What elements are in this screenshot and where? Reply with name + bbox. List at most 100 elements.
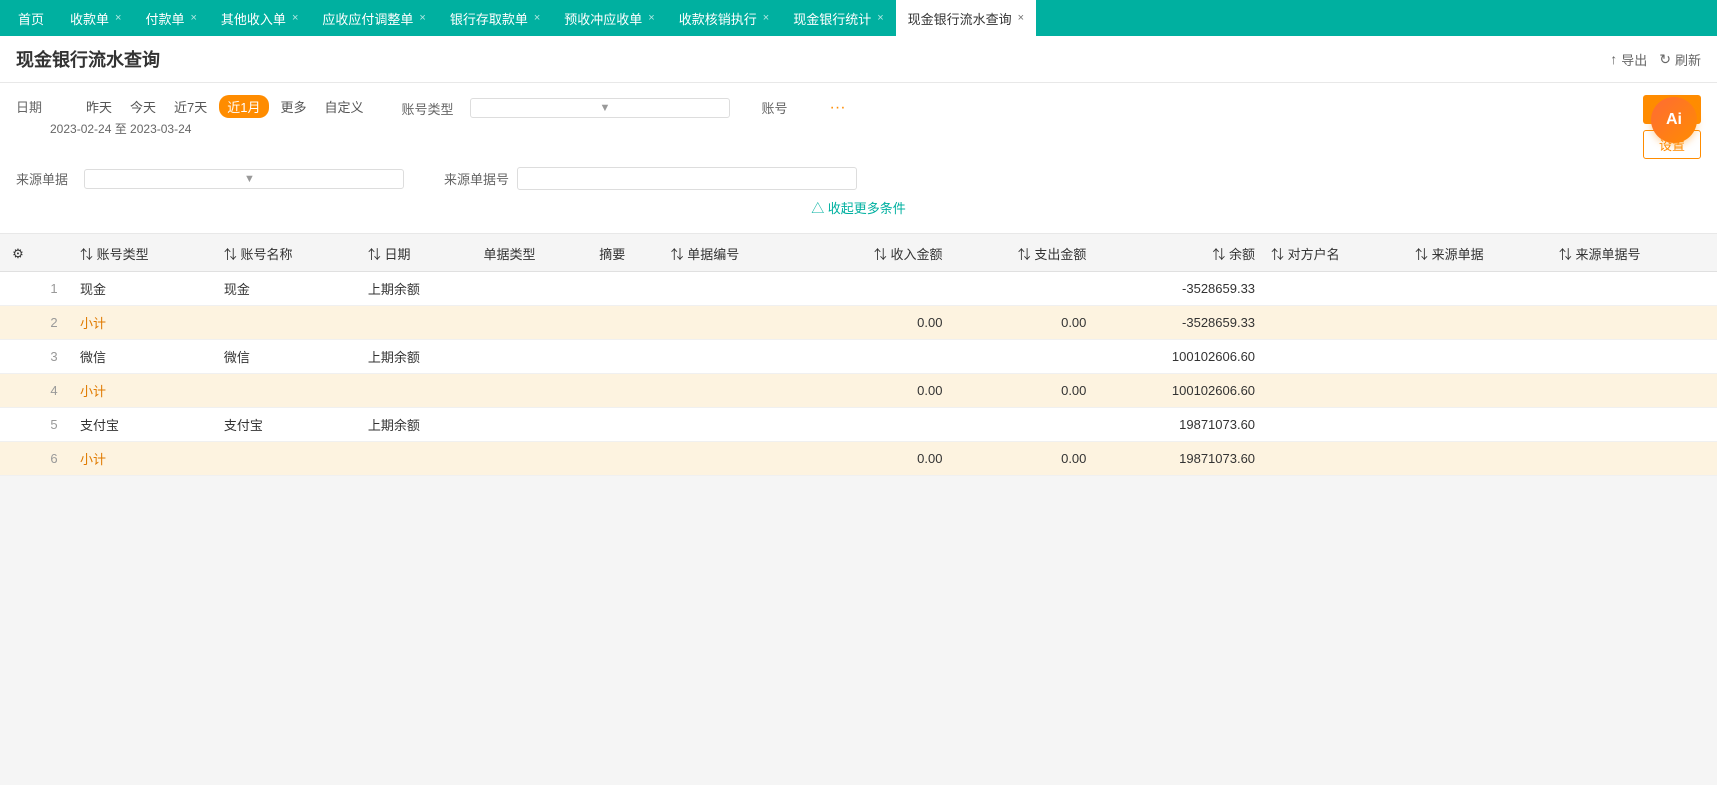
row-source-doc — [1407, 272, 1551, 306]
row-source-doc-no — [1551, 408, 1717, 442]
row-counterparty — [1263, 374, 1407, 408]
row-counterparty — [1263, 442, 1407, 476]
table-body: 1 现金 现金 上期余额 -3528659.33 2 小计 0.00 0.00 … — [0, 272, 1717, 476]
row-gear — [0, 374, 36, 408]
page-header: 现金银行流水查询 ↑ 导出 ↻ 刷新 — [0, 36, 1717, 83]
close-icon-6[interactable]: × — [763, 12, 769, 24]
date-opt-7days[interactable]: 近7天 — [168, 95, 213, 118]
collapse-bar[interactable]: △ 收起更多条件 — [16, 194, 1701, 221]
row-doc-no — [663, 306, 807, 340]
date-filter: 日期 昨天 今天 近7天 近1月 更多 自定义 2023-02-24 至 202… — [16, 95, 370, 137]
date-opt-more[interactable]: 更多 — [275, 95, 313, 118]
source-doc-no-col-header[interactable]: ⇅ 来源单据号 — [1551, 236, 1717, 272]
row-gear — [0, 306, 36, 340]
nav-tab-0[interactable]: 收款单 × — [58, 0, 133, 36]
top-navigation: 首页 收款单 × 付款单 × 其他收入单 × 应收应付调整单 × 银行存取款单 … — [0, 0, 1717, 36]
close-icon-2[interactable]: × — [292, 12, 298, 24]
row-income: 0.00 — [807, 374, 951, 408]
table-row: 6 小计 0.00 0.00 19871073.60 — [0, 442, 1717, 476]
close-icon-8[interactable]: × — [1018, 12, 1024, 24]
row-account-name — [216, 442, 360, 476]
row-summary — [591, 306, 662, 340]
doc-no-col-header[interactable]: ⇅ 单据编号 — [663, 236, 807, 272]
page-title: 现金银行流水查询 — [16, 46, 160, 72]
nav-home[interactable]: 首页 — [4, 0, 58, 36]
refresh-button[interactable]: ↻ 刷新 — [1659, 50, 1701, 69]
account-type-col-header[interactable]: ⇅ 账号类型 — [72, 236, 216, 272]
date-opt-custom[interactable]: 自定义 — [319, 95, 370, 118]
nav-tab-2[interactable]: 其他收入单 × — [209, 0, 310, 36]
close-icon-7[interactable]: × — [877, 12, 883, 24]
row-date — [360, 374, 476, 408]
nav-tab-6[interactable]: 收款核销执行 × — [667, 0, 781, 36]
nav-tab-7[interactable]: 现金银行统计 × — [781, 0, 895, 36]
row-expense — [950, 408, 1094, 442]
row-account-name: 微信 — [216, 340, 360, 374]
close-icon-0[interactable]: × — [115, 12, 121, 24]
close-icon-5[interactable]: × — [648, 12, 654, 24]
summary-col-header[interactable]: 摘要 — [591, 236, 662, 272]
row-income — [807, 408, 951, 442]
doc-type-col-header[interactable]: 单据类型 — [476, 236, 592, 272]
nav-tab-5[interactable]: 预收冲应收单 × — [552, 0, 666, 36]
row-date — [360, 442, 476, 476]
row-number: 1 — [36, 272, 72, 306]
date-opt-today[interactable]: 今天 — [124, 95, 162, 118]
row-income: 0.00 — [807, 442, 951, 476]
counterparty-col-header[interactable]: ⇅ 对方户名 — [1263, 236, 1407, 272]
row-doc-no — [663, 408, 807, 442]
source-doc-field: 来源单据 ▼ — [16, 169, 404, 189]
row-expense: 0.00 — [950, 442, 1094, 476]
close-icon-4[interactable]: × — [534, 12, 540, 24]
row-counterparty — [1263, 408, 1407, 442]
row-date: 上期余额 — [360, 272, 476, 306]
date-opt-1month[interactable]: 近1月 — [219, 95, 268, 118]
row-balance: 100102606.60 — [1094, 374, 1263, 408]
export-button[interactable]: ↑ 导出 — [1610, 50, 1647, 69]
row-gear — [0, 272, 36, 306]
income-col-header[interactable]: ⇅ 收入金额 — [807, 236, 951, 272]
date-col-header[interactable]: ⇅ 日期 — [360, 236, 476, 272]
row-number: 4 — [36, 374, 72, 408]
row-doc-no — [663, 442, 807, 476]
row-account-name — [216, 374, 360, 408]
table-row: 2 小计 0.00 0.00 -3528659.33 — [0, 306, 1717, 340]
row-source-doc — [1407, 374, 1551, 408]
row-source-doc — [1407, 306, 1551, 340]
nav-tab-8[interactable]: 现金银行流水查询 × — [896, 0, 1036, 36]
date-opt-yesterday[interactable]: 昨天 — [80, 95, 118, 118]
row-summary — [591, 442, 662, 476]
settings-col-header[interactable]: ⚙ — [0, 236, 36, 272]
source-doc-select[interactable]: ▼ — [84, 169, 404, 189]
row-summary — [591, 340, 662, 374]
row-doc-type — [476, 306, 592, 340]
account-name-col-header[interactable]: ⇅ 账号名称 — [216, 236, 360, 272]
account-type-filter: 账号类型 ▼ — [402, 98, 730, 118]
balance-col-header[interactable]: ⇅ 余额 — [1094, 236, 1263, 272]
ai-assistant-badge[interactable]: Ai — [1651, 97, 1697, 143]
nav-tab-4[interactable]: 银行存取款单 × — [438, 0, 552, 36]
row-balance: 19871073.60 — [1094, 408, 1263, 442]
account-no-label: 账号 — [762, 98, 822, 117]
row-balance: -3528659.33 — [1094, 272, 1263, 306]
row-counterparty — [1263, 306, 1407, 340]
row-doc-no — [663, 272, 807, 306]
source-doc-no-input[interactable] — [517, 167, 857, 190]
row-doc-no — [663, 340, 807, 374]
account-type-select[interactable]: ▼ — [470, 98, 730, 118]
subtotal-label: 小计 — [80, 452, 106, 467]
row-income — [807, 340, 951, 374]
table-container: ⚙ ⇅ 账号类型 ⇅ 账号名称 ⇅ 日期 单据类型 摘要 ⇅ 单 — [0, 236, 1717, 476]
expense-col-header[interactable]: ⇅ 支出金额 — [950, 236, 1094, 272]
row-counterparty — [1263, 340, 1407, 374]
source-doc-no-label: 来源单据号 — [444, 169, 509, 188]
close-icon-3[interactable]: × — [419, 12, 425, 24]
close-icon-1[interactable]: × — [190, 12, 196, 24]
source-doc-col-header[interactable]: ⇅ 来源单据 — [1407, 236, 1551, 272]
nav-tab-1[interactable]: 付款单 × — [133, 0, 208, 36]
date-options: 昨天 今天 近7天 近1月 更多 自定义 — [80, 95, 370, 118]
row-summary — [591, 408, 662, 442]
nav-tab-3[interactable]: 应收应付调整单 × — [310, 0, 437, 36]
account-no-dots[interactable]: ··· — [830, 99, 846, 117]
row-source-doc — [1407, 340, 1551, 374]
